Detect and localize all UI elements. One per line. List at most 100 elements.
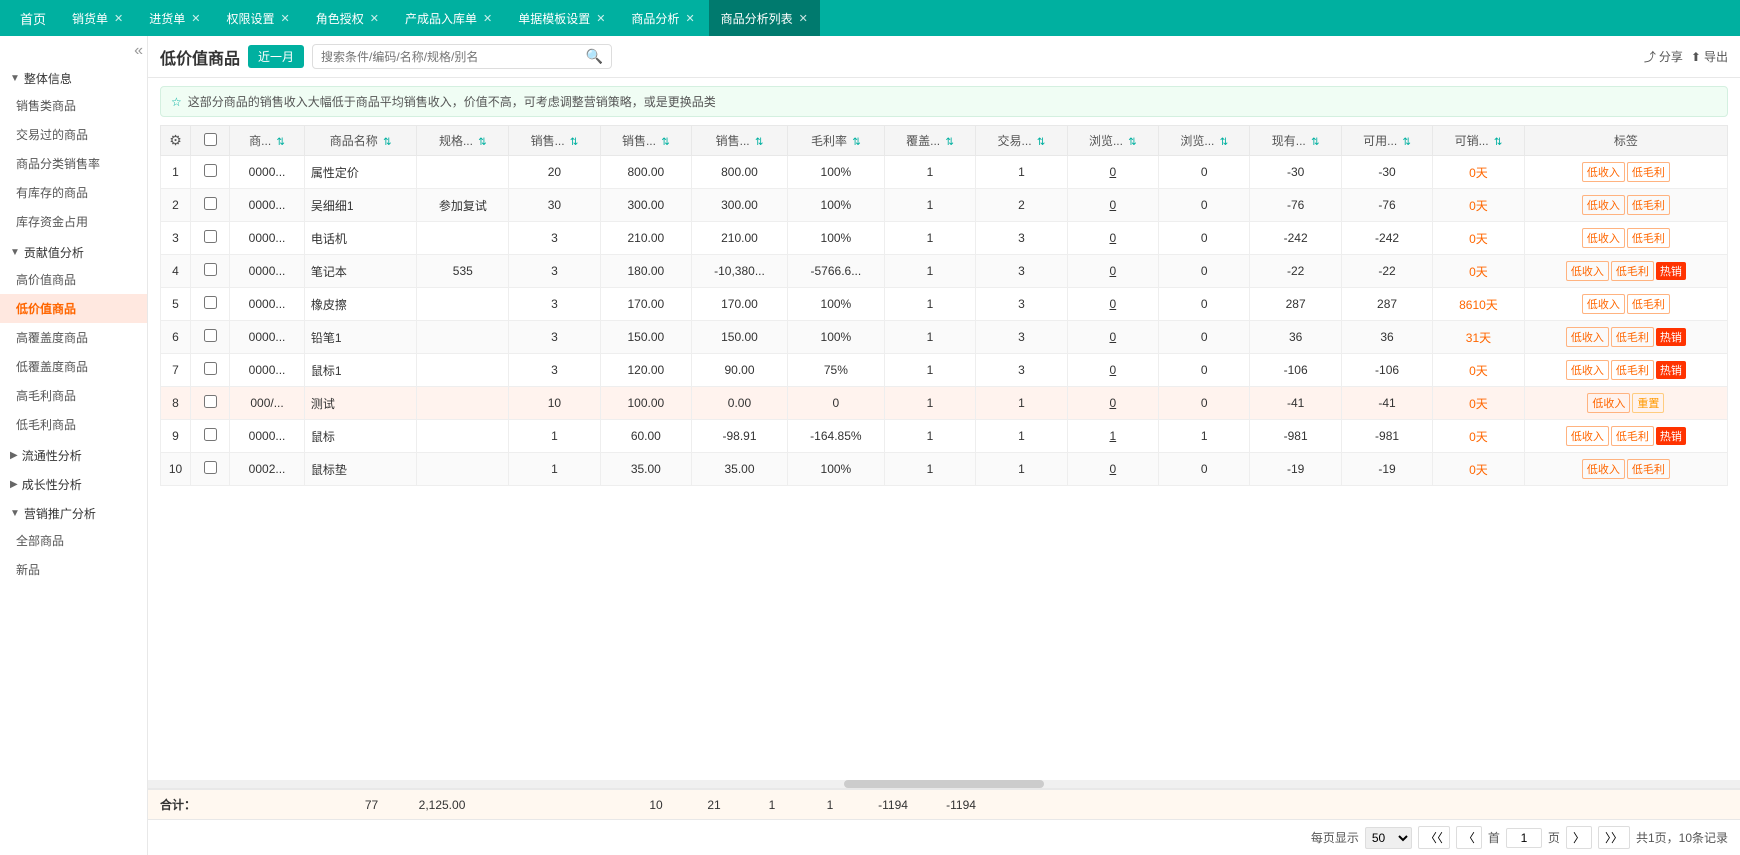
nav-permissions-close[interactable]: ✕ [281, 12, 290, 25]
sidebar-item-sales-products[interactable]: 销售类商品 [0, 91, 147, 120]
cell-checkbox[interactable] [191, 453, 230, 486]
th-name[interactable]: 商品名称 ⇅ [304, 126, 416, 156]
row-checkbox[interactable] [204, 164, 217, 177]
sidebar-group-growth[interactable]: ▶ 成长性分析 [0, 468, 147, 497]
browse1-link[interactable]: 0 [1109, 297, 1116, 311]
nav-product-analysis[interactable]: 商品分析 ✕ [619, 0, 706, 36]
sidebar-item-traded-products[interactable]: 交易过的商品 [0, 120, 147, 149]
btn-share[interactable]: ⤴ 分享 [1644, 48, 1683, 65]
row-checkbox[interactable] [204, 461, 217, 474]
sidebar-item-new-products[interactable]: 新品 [0, 555, 147, 584]
nav-inventory-close[interactable]: ✕ [483, 12, 492, 25]
cell-browse1[interactable]: 0 [1067, 387, 1158, 420]
sidebar-collapse-btn[interactable]: « [134, 42, 143, 60]
first-page-btn[interactable]: 〈〈 [1418, 826, 1450, 849]
table-scrollbar[interactable] [148, 780, 1740, 788]
sidebar-item-low-value[interactable]: 低价值商品 [0, 294, 147, 323]
th-s3[interactable]: 销售... ⇅ [692, 126, 788, 156]
nav-sales-close[interactable]: ✕ [114, 12, 123, 25]
cell-checkbox[interactable] [191, 255, 230, 288]
last-page-btn[interactable]: 〉〉 [1598, 826, 1630, 849]
th-stock[interactable]: 现有... ⇅ [1250, 126, 1341, 156]
th-gross[interactable]: 毛利率 ⇅ [787, 126, 884, 156]
sidebar-item-high-value[interactable]: 高价值商品 [0, 265, 147, 294]
cell-browse1[interactable]: 0 [1067, 255, 1158, 288]
th-s1[interactable]: 销售... ⇅ [509, 126, 600, 156]
nav-product-analysis-list[interactable]: 商品分析列表 ✕ [709, 0, 820, 36]
browse1-link[interactable]: 0 [1109, 198, 1116, 212]
nav-product-analysis-close[interactable]: ✕ [685, 12, 694, 25]
cell-browse1[interactable]: 0 [1067, 156, 1158, 189]
browse1-link[interactable]: 0 [1109, 363, 1116, 377]
sidebar-item-high-coverage[interactable]: 高覆盖度商品 [0, 323, 147, 352]
th-settings[interactable]: ⚙ [161, 126, 191, 156]
cell-checkbox[interactable] [191, 321, 230, 354]
cell-checkbox[interactable] [191, 354, 230, 387]
row-checkbox[interactable] [204, 428, 217, 441]
nav-sales[interactable]: 销货单 ✕ [60, 0, 135, 36]
nav-permissions[interactable]: 权限设置 ✕ [214, 0, 301, 36]
cell-checkbox[interactable] [191, 156, 230, 189]
cell-browse1[interactable]: 0 [1067, 189, 1158, 222]
sidebar-item-stock-capital[interactable]: 库存资金占用 [0, 207, 147, 236]
th-trade[interactable]: 交易... ⇅ [976, 126, 1067, 156]
row-checkbox[interactable] [204, 395, 217, 408]
cell-browse1[interactable]: 0 [1067, 453, 1158, 486]
prev-page-btn[interactable]: 〈 [1456, 826, 1482, 849]
sidebar-group-overall[interactable]: ▼ 整体信息 [0, 62, 147, 91]
sidebar-item-stocked-products[interactable]: 有库存的商品 [0, 178, 147, 207]
nav-product-analysis-list-close[interactable]: ✕ [799, 12, 808, 25]
btn-export[interactable]: ⬆ 导出 [1691, 48, 1728, 65]
nav-home[interactable]: 首页 [8, 0, 58, 36]
nav-purchase-close[interactable]: ✕ [191, 12, 200, 25]
search-icon[interactable]: 🔍 [586, 48, 603, 65]
cell-checkbox[interactable] [191, 189, 230, 222]
browse1-link[interactable]: 0 [1109, 396, 1116, 410]
th-checkbox[interactable] [191, 126, 230, 156]
th-tags[interactable]: 标签 [1524, 126, 1727, 156]
sidebar-group-marketing[interactable]: ▼ 营销推广分析 [0, 497, 147, 526]
next-page-btn[interactable]: 〉 [1566, 826, 1592, 849]
browse1-link[interactable]: 0 [1109, 462, 1116, 476]
th-s2[interactable]: 销售... ⇅ [600, 126, 691, 156]
th-code[interactable]: 商... ⇅ [230, 126, 305, 156]
sidebar-item-high-margin[interactable]: 高毛利商品 [0, 381, 147, 410]
browse1-link[interactable]: 1 [1109, 429, 1116, 443]
nav-roles-close[interactable]: ✕ [370, 12, 379, 25]
cell-browse1[interactable]: 0 [1067, 354, 1158, 387]
cell-browse1[interactable]: 1 [1067, 420, 1158, 453]
cell-checkbox[interactable] [191, 420, 230, 453]
sidebar-item-category-sales-rate[interactable]: 商品分类销售率 [0, 149, 147, 178]
cell-checkbox[interactable] [191, 288, 230, 321]
sidebar-item-low-coverage[interactable]: 低覆盖度商品 [0, 352, 147, 381]
cell-checkbox[interactable] [191, 222, 230, 255]
sidebar-item-low-margin[interactable]: 低毛利商品 [0, 410, 147, 439]
row-checkbox[interactable] [204, 296, 217, 309]
row-checkbox[interactable] [204, 329, 217, 342]
row-checkbox[interactable] [204, 230, 217, 243]
cell-browse1[interactable]: 0 [1067, 222, 1158, 255]
cell-checkbox[interactable] [191, 387, 230, 420]
nav-inventory[interactable]: 产成品入库单 ✕ [393, 0, 504, 36]
sidebar-item-all-products[interactable]: 全部商品 [0, 526, 147, 555]
per-page-select[interactable]: 50 100 200 [1365, 827, 1412, 849]
nav-roles[interactable]: 角色授权 ✕ [304, 0, 391, 36]
nav-purchase[interactable]: 进货单 ✕ [137, 0, 212, 36]
th-spec[interactable]: 规格... ⇅ [417, 126, 509, 156]
nav-template[interactable]: 单据模板设置 ✕ [506, 0, 617, 36]
btn-recent-month[interactable]: 近一月 [248, 45, 304, 68]
th-cover[interactable]: 覆盖... ⇅ [884, 126, 975, 156]
select-all-checkbox[interactable] [204, 133, 217, 146]
browse1-link[interactable]: 0 [1109, 330, 1116, 344]
search-input[interactable] [321, 50, 582, 64]
browse1-link[interactable]: 0 [1109, 264, 1116, 278]
browse1-link[interactable]: 0 [1109, 165, 1116, 179]
cell-browse1[interactable]: 0 [1067, 321, 1158, 354]
sidebar-group-contribution[interactable]: ▼ 贡献值分析 [0, 236, 147, 265]
th-sale[interactable]: 可销... ⇅ [1433, 126, 1524, 156]
row-checkbox[interactable] [204, 197, 217, 210]
cell-browse1[interactable]: 0 [1067, 288, 1158, 321]
row-checkbox[interactable] [204, 263, 217, 276]
nav-template-close[interactable]: ✕ [596, 12, 605, 25]
th-browse2[interactable]: 浏览... ⇅ [1159, 126, 1250, 156]
